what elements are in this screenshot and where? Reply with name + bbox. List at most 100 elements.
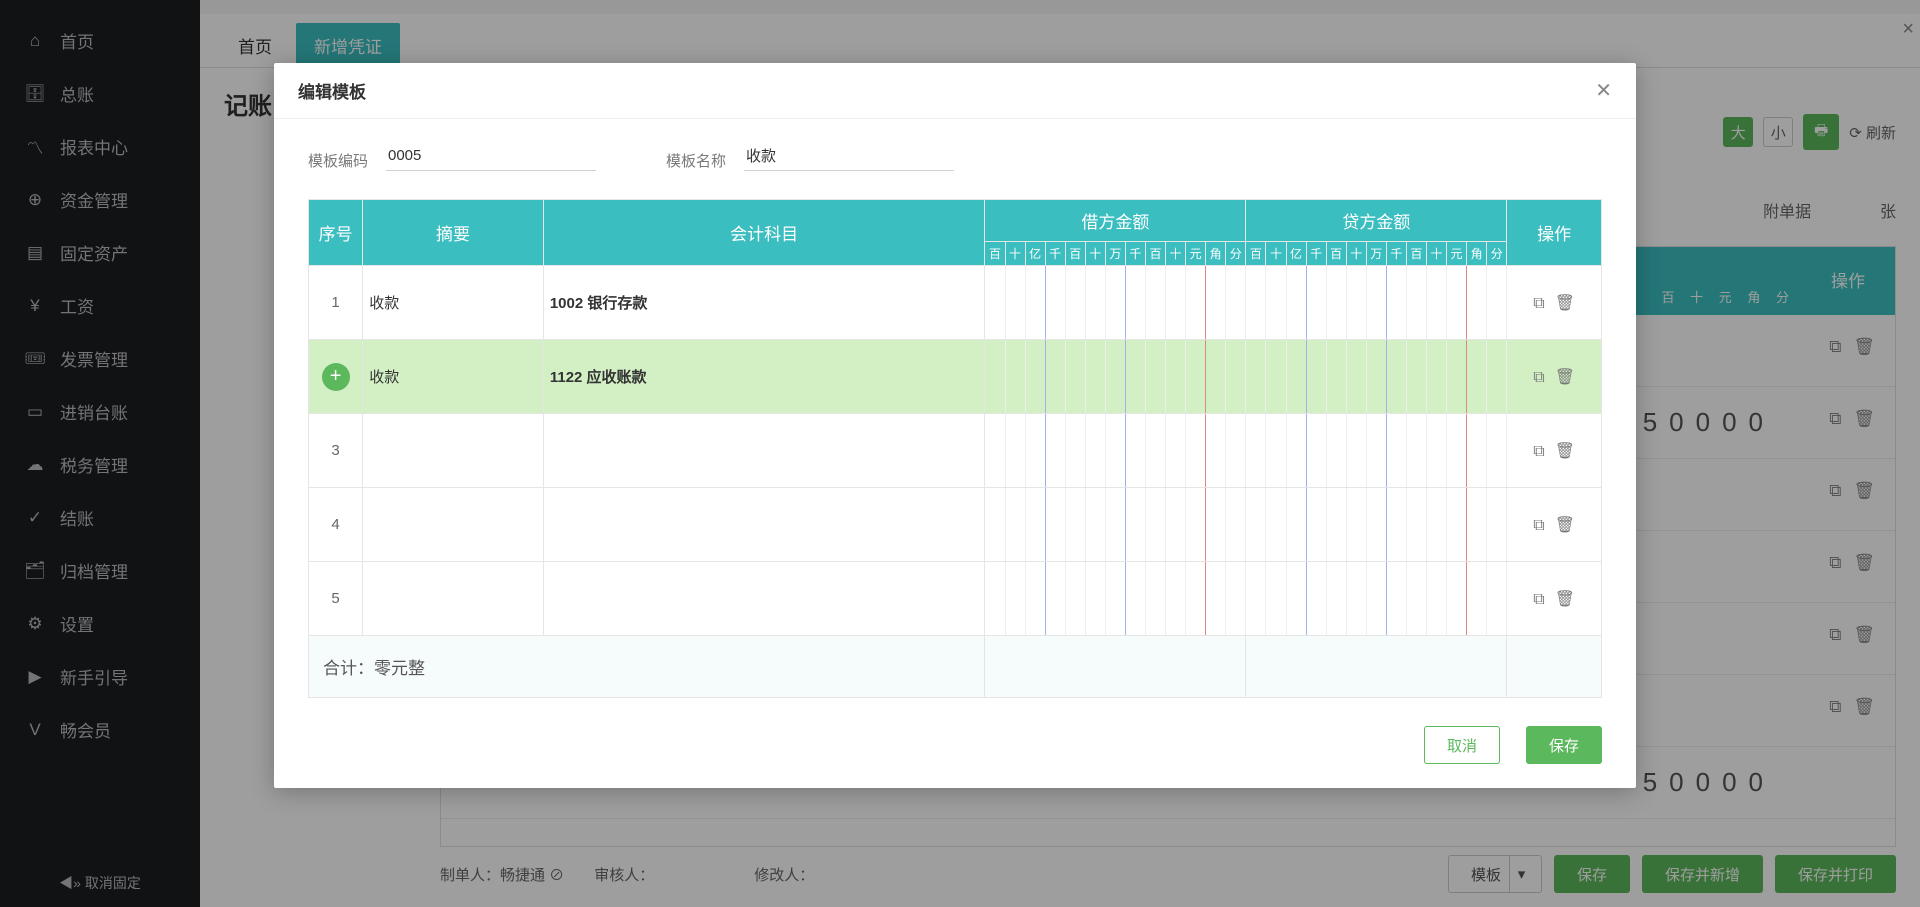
amount-cell[interactable] <box>1005 266 1025 340</box>
account-cell[interactable]: 1122 应收账款 <box>543 340 985 414</box>
amount-cell[interactable] <box>1005 340 1025 414</box>
amount-cell[interactable] <box>1286 266 1306 340</box>
amount-cell[interactable] <box>985 340 1005 414</box>
amount-cell[interactable] <box>1045 340 1065 414</box>
account-cell[interactable]: 1002 银行存款 <box>543 266 985 340</box>
amount-cell[interactable] <box>1386 414 1406 488</box>
amount-cell[interactable] <box>1145 340 1165 414</box>
amount-cell[interactable] <box>985 266 1005 340</box>
amount-cell[interactable] <box>1226 562 1246 636</box>
amount-cell[interactable] <box>1266 414 1286 488</box>
amount-cell[interactable] <box>1326 266 1346 340</box>
delete-row-icon[interactable]: 🗑 <box>1555 517 1575 534</box>
copy-row-icon[interactable]: ⧉ <box>1533 369 1544 386</box>
amount-cell[interactable] <box>1166 488 1186 562</box>
amount-cell[interactable] <box>1045 488 1065 562</box>
amount-cell[interactable] <box>1186 488 1206 562</box>
amount-cell[interactable] <box>1085 340 1105 414</box>
amount-cell[interactable] <box>1005 562 1025 636</box>
amount-cell[interactable] <box>1246 266 1266 340</box>
amount-cell[interactable] <box>1246 340 1266 414</box>
amount-cell[interactable] <box>1487 340 1507 414</box>
modal-save-button[interactable]: 保存 <box>1526 726 1602 764</box>
amount-cell[interactable] <box>1085 414 1105 488</box>
copy-row-icon[interactable]: ⧉ <box>1533 295 1544 312</box>
amount-cell[interactable] <box>1025 340 1045 414</box>
amount-cell[interactable] <box>1166 266 1186 340</box>
amount-cell[interactable] <box>1005 488 1025 562</box>
amount-cell[interactable] <box>1326 414 1346 488</box>
template-name-input[interactable] <box>744 141 954 171</box>
amount-cell[interactable] <box>1306 488 1326 562</box>
copy-row-icon[interactable]: ⧉ <box>1533 517 1544 534</box>
modal-cancel-button[interactable]: 取消 <box>1424 726 1500 764</box>
amount-cell[interactable] <box>1346 266 1366 340</box>
amount-cell[interactable] <box>1467 340 1487 414</box>
account-cell[interactable] <box>543 488 985 562</box>
amount-cell[interactable] <box>1145 562 1165 636</box>
amount-cell[interactable] <box>1125 488 1145 562</box>
modal-close-icon[interactable]: ✕ <box>1595 78 1612 103</box>
amount-cell[interactable] <box>1206 414 1226 488</box>
amount-cell[interactable] <box>1487 266 1507 340</box>
amount-cell[interactable] <box>1186 340 1206 414</box>
copy-row-icon[interactable]: ⧉ <box>1533 591 1544 608</box>
amount-cell[interactable] <box>1306 266 1326 340</box>
amount-cell[interactable] <box>1226 340 1246 414</box>
amount-cell[interactable] <box>1406 414 1426 488</box>
amount-cell[interactable] <box>1426 488 1446 562</box>
add-row-button[interactable]: + <box>322 363 350 391</box>
amount-cell[interactable] <box>1286 414 1306 488</box>
amount-cell[interactable] <box>1166 562 1186 636</box>
amount-cell[interactable] <box>1125 340 1145 414</box>
amount-cell[interactable] <box>1366 266 1386 340</box>
amount-cell[interactable] <box>1406 562 1426 636</box>
amount-cell[interactable] <box>1005 414 1025 488</box>
amount-cell[interactable] <box>1306 340 1326 414</box>
amount-cell[interactable] <box>1447 488 1467 562</box>
amount-cell[interactable] <box>1306 414 1326 488</box>
amount-cell[interactable] <box>1105 340 1125 414</box>
amount-cell[interactable] <box>1447 340 1467 414</box>
amount-cell[interactable] <box>1186 266 1206 340</box>
summary-cell[interactable]: 收款 <box>363 340 544 414</box>
amount-cell[interactable] <box>1286 562 1306 636</box>
amount-cell[interactable] <box>1406 488 1426 562</box>
amount-cell[interactable] <box>1166 340 1186 414</box>
account-cell[interactable] <box>543 562 985 636</box>
amount-cell[interactable] <box>1487 562 1507 636</box>
summary-cell[interactable] <box>363 414 544 488</box>
amount-cell[interactable] <box>1065 340 1085 414</box>
amount-cell[interactable] <box>1025 562 1045 636</box>
amount-cell[interactable] <box>1145 414 1165 488</box>
amount-cell[interactable] <box>1246 488 1266 562</box>
amount-cell[interactable] <box>1386 562 1406 636</box>
amount-cell[interactable] <box>1125 562 1145 636</box>
amount-cell[interactable] <box>1326 562 1346 636</box>
amount-cell[interactable] <box>1226 488 1246 562</box>
amount-cell[interactable] <box>1386 266 1406 340</box>
amount-cell[interactable] <box>1447 266 1467 340</box>
amount-cell[interactable] <box>1246 562 1266 636</box>
amount-cell[interactable] <box>1467 562 1487 636</box>
delete-row-icon[interactable]: 🗑 <box>1555 591 1575 608</box>
amount-cell[interactable] <box>1306 562 1326 636</box>
amount-cell[interactable] <box>1125 414 1145 488</box>
amount-cell[interactable] <box>1366 562 1386 636</box>
amount-cell[interactable] <box>1045 562 1065 636</box>
amount-cell[interactable] <box>1145 266 1165 340</box>
amount-cell[interactable] <box>1065 488 1085 562</box>
amount-cell[interactable] <box>1186 562 1206 636</box>
summary-cell[interactable]: 收款 <box>363 266 544 340</box>
template-code-input[interactable] <box>386 141 596 171</box>
amount-cell[interactable] <box>1266 488 1286 562</box>
amount-cell[interactable] <box>1045 414 1065 488</box>
amount-cell[interactable] <box>1426 266 1446 340</box>
amount-cell[interactable] <box>1045 266 1065 340</box>
amount-cell[interactable] <box>985 488 1005 562</box>
amount-cell[interactable] <box>1386 340 1406 414</box>
summary-cell[interactable] <box>363 488 544 562</box>
amount-cell[interactable] <box>1166 414 1186 488</box>
amount-cell[interactable] <box>1346 488 1366 562</box>
copy-row-icon[interactable]: ⧉ <box>1533 443 1544 460</box>
